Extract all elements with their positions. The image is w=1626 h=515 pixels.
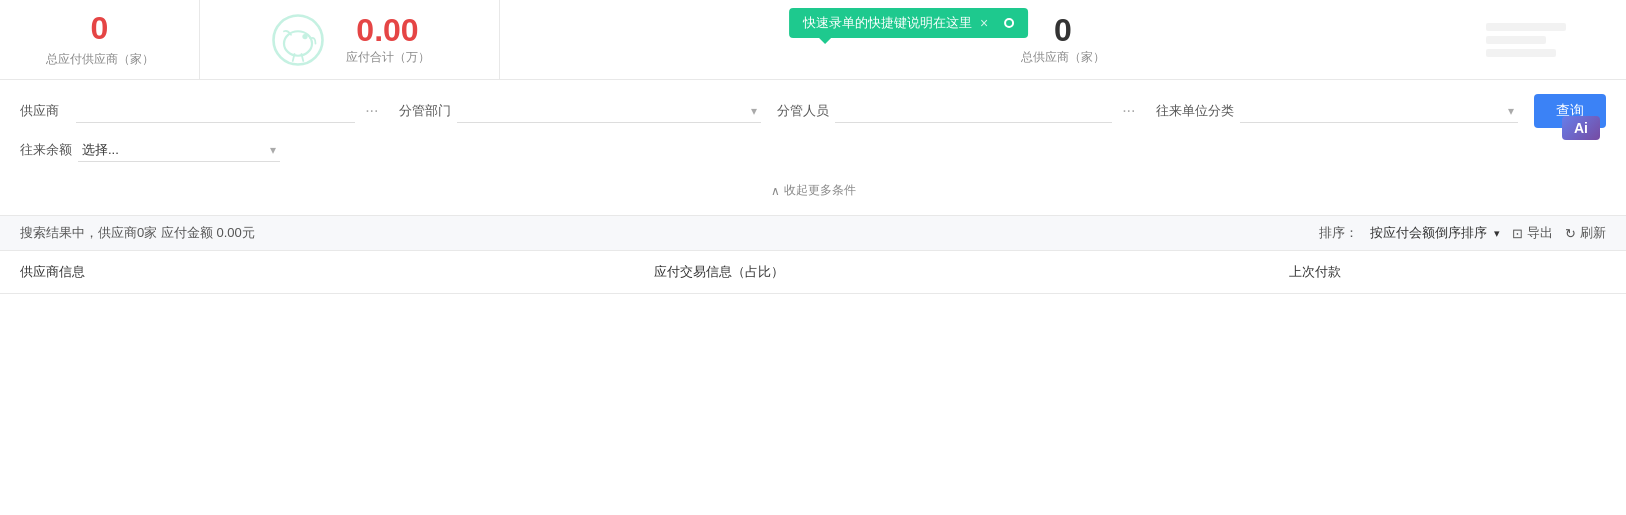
unit-label: 往来单位分类 — [1156, 102, 1234, 120]
col-header-lastpay: 上次付款 — [1289, 263, 1606, 281]
dept-select[interactable] — [457, 99, 762, 122]
filter-balance: 往来余额 选择... ▾ — [20, 138, 280, 162]
refresh-icon: ↻ — [1565, 226, 1576, 241]
ai-badge[interactable]: Ai — [1562, 116, 1600, 140]
table-header: 供应商信息 应付交易信息（占比） 上次付款 — [0, 251, 1626, 294]
collapse-row: ∧ 收起更多条件 — [20, 172, 1606, 207]
results-bar: 搜索结果中，供应商0家 应付金额 0.00元 排序： 按应付会额倒序排序 ▾ ⊡… — [0, 216, 1626, 251]
supplier-input[interactable] — [76, 99, 355, 123]
person-input-wrap — [835, 99, 1112, 123]
unit-select[interactable] — [1240, 99, 1519, 122]
balance-label: 往来余额 — [20, 141, 72, 159]
results-actions: 排序： 按应付会额倒序排序 ▾ ⊡ 导出 ↻ 刷新 — [1319, 224, 1606, 242]
unit-select-wrap: ▾ — [1240, 99, 1519, 123]
stats-bar: 0 总应付供应商（家） 0.00 应付合计（万） 快速录单的快捷键说明在这里 × — [0, 0, 1626, 80]
sort-chevron-icon: ▾ — [1494, 227, 1500, 240]
balance-select[interactable]: 选择... — [78, 138, 280, 161]
stat-number-payable-total: 0.00 — [356, 12, 418, 48]
refresh-button[interactable]: ↻ 刷新 — [1565, 224, 1606, 242]
filter-unit: 往来单位分类 ▾ — [1156, 99, 1519, 123]
filter-bar: 供应商 ··· 分管部门 ▾ 分管人员 ··· 往 — [0, 80, 1626, 216]
collapse-button[interactable]: ∧ 收起更多条件 — [755, 178, 872, 203]
dept-select-wrap: ▾ — [457, 99, 762, 123]
stat-total-payable-suppliers: 0 总应付供应商（家） — [0, 0, 200, 79]
collapse-label: 收起更多条件 — [784, 182, 856, 199]
export-icon: ⊡ — [1512, 226, 1523, 241]
sort-value: 按应付会额倒序排序 — [1370, 224, 1487, 242]
stat-icon-area: 0.00 应付合计（万） — [200, 0, 500, 79]
supplier-input-wrap — [76, 99, 355, 123]
col-header-transaction: 应付交易信息（占比） — [654, 263, 1288, 281]
stat-label-payable-total: 应付合计（万） — [346, 50, 430, 64]
col-header-supplier: 供应商信息 — [20, 263, 654, 281]
content-area — [0, 294, 1626, 494]
filter-row-2: 往来余额 选择... ▾ — [20, 138, 1606, 162]
filter-dept: 分管部门 ▾ — [399, 99, 762, 123]
sort-label: 排序： — [1319, 224, 1358, 242]
stat-total-suppliers: 0 总供应商（家） — [500, 0, 1626, 79]
chevron-up-icon: ∧ — [771, 184, 780, 198]
person-label: 分管人员 — [777, 102, 829, 120]
dept-label: 分管部门 — [399, 102, 451, 120]
supplier-label: 供应商 — [20, 102, 70, 120]
stat-label-payable-suppliers: 总应付供应商（家） — [46, 51, 154, 68]
stat-number-payable-suppliers: 0 — [91, 11, 109, 46]
filter-person: 分管人员 ··· — [777, 99, 1140, 123]
balance-select-wrap: 选择... ▾ — [78, 138, 280, 162]
supplier-dots-button[interactable]: ··· — [361, 102, 382, 120]
person-dots-button[interactable]: ··· — [1118, 102, 1139, 120]
export-button[interactable]: ⊡ 导出 — [1512, 224, 1553, 242]
stat-label-total-suppliers: 总供应商（家） — [1021, 50, 1105, 64]
svg-point-1 — [284, 31, 312, 56]
stat-number-total-suppliers: 0 — [1054, 12, 1072, 48]
svg-point-3 — [303, 34, 306, 37]
filter-supplier: 供应商 ··· — [20, 99, 383, 123]
results-info: 搜索结果中，供应商0家 应付金额 0.00元 — [20, 224, 255, 242]
filter-row-1: 供应商 ··· 分管部门 ▾ 分管人员 ··· 往 — [20, 94, 1606, 128]
person-input[interactable] — [835, 99, 1112, 123]
sort-select[interactable]: 按应付会额倒序排序 ▾ — [1370, 224, 1500, 242]
piggy-icon — [270, 12, 326, 68]
bg-decoration — [1486, 23, 1566, 57]
